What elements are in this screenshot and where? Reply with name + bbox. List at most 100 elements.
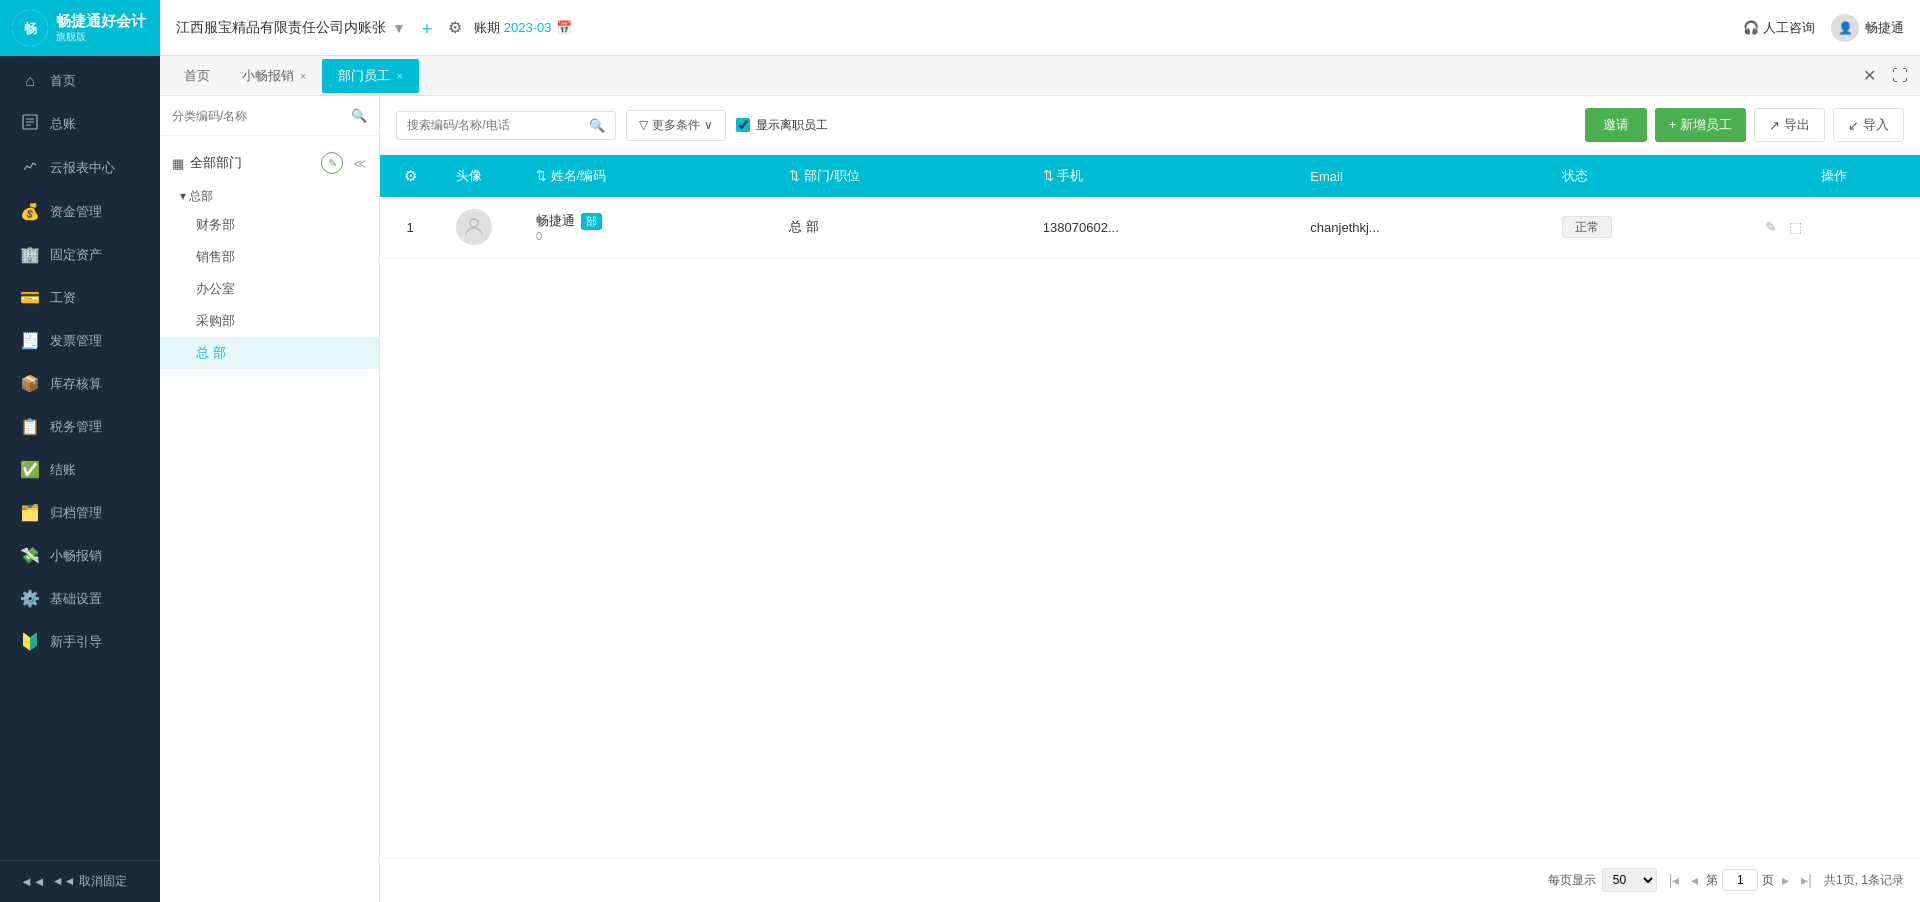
- last-page-button[interactable]: ▸|: [1797, 870, 1816, 890]
- all-dept-label: 全部部门: [190, 154, 242, 172]
- search-icon[interactable]: 🔍: [351, 108, 367, 123]
- dept-group-general: ▾ 总部: [160, 182, 379, 209]
- column-settings-icon[interactable]: ⚙: [404, 167, 417, 184]
- tab-label: 首页: [184, 67, 210, 85]
- dept-edit-button[interactable]: ✎: [321, 152, 343, 174]
- row-avatar: [440, 197, 520, 258]
- dept-search-input[interactable]: [172, 109, 345, 123]
- sidebar-item-label: 库存核算: [50, 375, 102, 393]
- avatar: 👤: [1831, 14, 1859, 42]
- row-phone: 138070602...: [1027, 197, 1294, 258]
- sidebar-item-label: 云报表中心: [50, 159, 115, 177]
- dept-item-office[interactable]: 办公室: [160, 273, 379, 305]
- dept-item-purchase[interactable]: 采购部: [160, 305, 379, 337]
- salary-icon: 💳: [20, 288, 40, 307]
- employee-table-container: ⚙ 头像 ⇅ 姓名/编码 ⇅ 部门/职位: [380, 155, 1920, 857]
- prev-page-button[interactable]: ◂: [1687, 870, 1702, 890]
- total-info: 共1页, 1条记录: [1824, 872, 1904, 889]
- sidebar-item-checkout[interactable]: ✅ 结账: [0, 448, 160, 491]
- assets-icon: 🏢: [20, 245, 40, 264]
- th-dept[interactable]: ⇅ 部门/职位: [773, 155, 1026, 197]
- consult-button[interactable]: 🎧 人工咨询: [1743, 19, 1815, 37]
- tab-home[interactable]: 首页: [168, 59, 226, 93]
- svg-text:畅: 畅: [24, 21, 37, 36]
- archive-icon: 🗂️: [20, 503, 40, 522]
- sidebar-item-expense[interactable]: 💸 小畅报销: [0, 534, 160, 577]
- show-resigned-input[interactable]: [736, 118, 750, 132]
- sidebar-item-tax[interactable]: 📋 税务管理: [0, 405, 160, 448]
- th-name[interactable]: ⇅ 姓名/编码: [520, 155, 773, 197]
- sidebar-item-guide[interactable]: 🔰 新手引导: [0, 620, 160, 663]
- th-settings[interactable]: ⚙: [380, 155, 440, 197]
- tab-close-icon[interactable]: ×: [396, 70, 402, 82]
- export-button[interactable]: ↗ 导出: [1754, 108, 1825, 142]
- import-button[interactable]: ↙ 导入: [1833, 108, 1904, 142]
- sidebar-item-ledger[interactable]: 总账: [0, 102, 160, 146]
- sidebar-item-home[interactable]: ⌂ 首页: [0, 60, 160, 102]
- topbar-settings-icon[interactable]: ⚙: [448, 18, 462, 37]
- collapse-icon[interactable]: ≪: [353, 156, 367, 171]
- consult-label: 人工咨询: [1763, 19, 1815, 37]
- add-employee-button[interactable]: + 新增员工: [1655, 108, 1746, 142]
- logout-icon[interactable]: ⬚: [1789, 219, 1802, 235]
- next-page-button[interactable]: ▸: [1778, 870, 1793, 890]
- sidebar-item-label: 工资: [50, 289, 76, 307]
- all-dept-item[interactable]: ▦ 全部部门 ✎ ≪: [160, 144, 379, 182]
- company-name[interactable]: 江西服宝精品有限责任公司内账张 ▼: [176, 19, 406, 37]
- dropdown-icon[interactable]: ▼: [392, 20, 406, 36]
- employee-code: 0: [536, 230, 757, 242]
- search-icon[interactable]: 🔍: [589, 118, 605, 133]
- row-index: 1: [380, 197, 440, 258]
- settings-icon: ⚙️: [20, 589, 40, 608]
- sidebar-item-funds[interactable]: 💰 资金管理: [0, 190, 160, 233]
- dept-item-sales[interactable]: 销售部: [160, 241, 379, 273]
- expand-tab-button[interactable]: ⛶: [1888, 62, 1912, 89]
- inventory-icon: 📦: [20, 374, 40, 393]
- unpin-label: ◄◄ 取消固定: [52, 873, 127, 890]
- checkout-icon: ✅: [20, 460, 40, 479]
- right-panel: 🔍 ▽ 更多条件 ∨ 显示离职员工 邀请 + 新增员工 ↗ 导出: [380, 96, 1920, 902]
- sidebar-item-assets[interactable]: 🏢 固定资产: [0, 233, 160, 276]
- first-page-button[interactable]: |◂: [1665, 870, 1684, 890]
- dept-item-general[interactable]: 总 部: [160, 337, 379, 369]
- tab-dept-emp[interactable]: 部门员工 ×: [322, 59, 418, 93]
- app-logo: 畅: [12, 10, 48, 46]
- th-avatar: 头像: [440, 155, 520, 197]
- show-resigned-label: 显示离职员工: [756, 117, 828, 134]
- sidebar-nav: ⌂ 首页 总账 云报表中心 💰 资金管理 🏢 固定资产 💳 工资: [0, 56, 160, 860]
- sidebar-item-settings[interactable]: ⚙️ 基础设置: [0, 577, 160, 620]
- close-tab-button[interactable]: ✕: [1859, 62, 1880, 89]
- calendar-icon[interactable]: 📅: [556, 20, 572, 35]
- add-company-icon[interactable]: ＋: [418, 16, 436, 40]
- sidebar-item-archive[interactable]: 🗂️ 归档管理: [0, 491, 160, 534]
- user-name: 畅捷通: [1865, 19, 1904, 37]
- topbar-right: 🎧 人工咨询 👤 畅捷通: [1743, 14, 1904, 42]
- th-email: Email: [1294, 155, 1545, 197]
- pagination: 每页显示 50 100 200 |◂ ◂ 第 页 ▸ ▸| 共1页, 1: [380, 857, 1920, 902]
- sidebar-item-salary[interactable]: 💳 工资: [0, 276, 160, 319]
- tab-close-icon[interactable]: ×: [300, 70, 306, 82]
- headphone-icon: 🎧: [1743, 20, 1759, 35]
- content-area: 🔍 ▦ 全部部门 ✎ ≪ ▾ 总部 财务部 销售部 办公室 采购部 总 部: [160, 96, 1920, 902]
- sidebar-item-label: 税务管理: [50, 418, 102, 436]
- show-resigned-checkbox[interactable]: 显示离职员工: [736, 117, 828, 134]
- invite-button[interactable]: 邀请: [1585, 108, 1647, 142]
- filter-button[interactable]: ▽ 更多条件 ∨: [626, 110, 726, 141]
- user-menu[interactable]: 👤 畅捷通: [1831, 14, 1904, 42]
- sidebar-item-label: 新手引导: [50, 633, 102, 651]
- sidebar-item-invoice[interactable]: 🧾 发票管理: [0, 319, 160, 362]
- th-phone[interactable]: ⇅ 手机: [1027, 155, 1294, 197]
- sidebar-item-inventory[interactable]: 📦 库存核算: [0, 362, 160, 405]
- sidebar-item-reports[interactable]: 云报表中心: [0, 146, 160, 190]
- dept-item-finance[interactable]: 财务部: [160, 209, 379, 241]
- per-page-select[interactable]: 50 100 200: [1602, 868, 1657, 892]
- row-email: chanjethkj...: [1294, 197, 1545, 258]
- sidebar-item-label: 固定资产: [50, 246, 102, 264]
- employee-search-input[interactable]: [407, 118, 583, 132]
- edit-icon[interactable]: ✎: [1765, 219, 1777, 235]
- sidebar-unpin[interactable]: ◄◄ ◄◄ 取消固定: [0, 860, 160, 902]
- table-row: 1: [380, 197, 1920, 258]
- page-input[interactable]: [1722, 869, 1758, 891]
- tab-expense[interactable]: 小畅报销 ×: [226, 59, 322, 93]
- page-label: 页: [1762, 872, 1774, 889]
